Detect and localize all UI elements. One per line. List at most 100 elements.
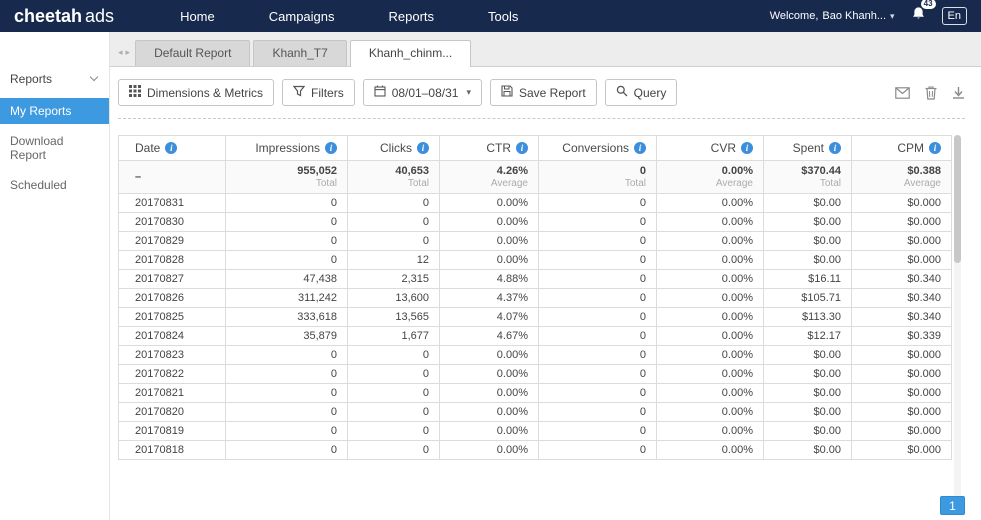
language-switcher[interactable]: En bbox=[941, 7, 967, 25]
value-cell: 0 bbox=[538, 402, 657, 422]
notifications-button[interactable]: 43 bbox=[911, 0, 936, 26]
totals-cell: 4.26% Average bbox=[439, 160, 539, 194]
info-icon[interactable]: i bbox=[929, 142, 941, 154]
page-1-button[interactable]: 1 bbox=[940, 496, 965, 515]
value-cell: 47,438 bbox=[225, 269, 348, 289]
value-cell: 0 bbox=[347, 440, 440, 460]
envelope-icon[interactable] bbox=[895, 86, 910, 99]
value-cell: $0.00 bbox=[763, 364, 852, 384]
value-cell: 0 bbox=[538, 364, 657, 384]
column-label: CTR bbox=[486, 141, 511, 155]
value-cell: 0 bbox=[225, 212, 348, 232]
sidebar-section-reports[interactable]: Reports bbox=[0, 66, 109, 98]
trash-icon[interactable] bbox=[925, 85, 937, 100]
tab-khanh-t7[interactable]: Khanh_T7 bbox=[253, 40, 347, 66]
navbar-right: Welcome, Bao Khanh... ▾ 43 En bbox=[770, 0, 967, 26]
info-icon[interactable]: i bbox=[741, 142, 753, 154]
table-row: 20170819 0 0 0.00% 0 0.00% $0.00 $0.000 bbox=[118, 421, 952, 441]
value-cell: 0.00% bbox=[439, 364, 539, 384]
table-row: 20170829 0 0 0.00% 0 0.00% $0.00 $0.000 bbox=[118, 231, 952, 251]
filters-button[interactable]: Filters bbox=[282, 79, 355, 106]
value-cell: $0.000 bbox=[851, 364, 952, 384]
value-cell: 0.00% bbox=[656, 250, 764, 270]
value-cell: 0 bbox=[347, 345, 440, 365]
tab-scroll-arrows: ◂ ▸ bbox=[118, 47, 130, 58]
column-header-cvr: CVR i bbox=[656, 135, 764, 161]
info-icon[interactable]: i bbox=[829, 142, 841, 154]
brand-light: ads bbox=[85, 5, 115, 26]
value-cell: 0 bbox=[347, 383, 440, 403]
nav-item-home[interactable]: Home bbox=[180, 9, 215, 24]
date-range-button[interactable]: 08/01–08/31 ▾ bbox=[362, 79, 482, 106]
value-cell: 0 bbox=[538, 383, 657, 403]
table-row: 20170822 0 0 0.00% 0 0.00% $0.00 $0.000 bbox=[118, 364, 952, 384]
value-cell: 0.00% bbox=[656, 383, 764, 403]
save-report-button[interactable]: Save Report bbox=[489, 79, 597, 106]
value-cell: $0.00 bbox=[763, 402, 852, 422]
sidebar-item-download-report[interactable]: Download Report bbox=[0, 128, 109, 168]
toolbar-divider bbox=[118, 118, 965, 119]
table-header-row: Date i Impressions i Clicks i CTR i Conversions i… bbox=[118, 135, 952, 161]
download-icon[interactable] bbox=[952, 86, 965, 99]
date-cell: 20170829 bbox=[118, 231, 226, 251]
table-row: 20170826 311,242 13,600 4.37% 0 0.00% $105.71 $… bbox=[118, 288, 952, 308]
value-cell: 0 bbox=[225, 402, 348, 422]
sidebar-item-scheduled[interactable]: Scheduled bbox=[0, 172, 109, 198]
value-cell: $0.000 bbox=[851, 402, 952, 422]
brand-bold: cheetah bbox=[14, 5, 83, 26]
info-icon[interactable]: i bbox=[516, 142, 528, 154]
value-cell: 0 bbox=[225, 383, 348, 403]
funnel-icon bbox=[292, 85, 306, 100]
filters-label: Filters bbox=[311, 85, 344, 100]
report-table-wrap: Date i Impressions i Clicks i CTR i Conversions i… bbox=[118, 135, 981, 500]
table-scrollbar[interactable] bbox=[954, 135, 961, 500]
nav-item-tools[interactable]: Tools bbox=[488, 9, 518, 24]
table-row: 20170818 0 0 0.00% 0 0.00% $0.00 $0.000 bbox=[118, 440, 952, 460]
value-cell: 0 bbox=[538, 307, 657, 327]
chevron-down-icon: ▾ bbox=[466, 87, 471, 97]
value-cell: 12 bbox=[347, 250, 440, 270]
value-cell: 0.00% bbox=[439, 250, 539, 270]
column-header-clicks: Clicks i bbox=[347, 135, 440, 161]
main-content: ◂ ▸ Default Report Khanh_T7 Khanh_chinm...… bbox=[110, 32, 981, 520]
tab-scroll-left-icon[interactable]: ◂ bbox=[118, 47, 123, 58]
table-row: 20170827 47,438 2,315 4.88% 0 0.00% $16.11 $0.3… bbox=[118, 269, 952, 289]
totals-cell: $0.388 Average bbox=[851, 160, 952, 194]
value-cell: 0.00% bbox=[656, 269, 764, 289]
query-button[interactable]: Query bbox=[604, 79, 678, 106]
sidebar-item-my-reports[interactable]: My Reports bbox=[0, 98, 109, 124]
nav-item-campaigns[interactable]: Campaigns bbox=[269, 9, 335, 24]
table-row: 20170828 0 12 0.00% 0 0.00% $0.00 $0.000 bbox=[118, 250, 952, 270]
tab-scroll-right-icon[interactable]: ▸ bbox=[126, 47, 131, 58]
date-cell: 20170830 bbox=[118, 212, 226, 232]
value-cell: 0 bbox=[225, 421, 348, 441]
value-cell: 0 bbox=[225, 440, 348, 460]
value-cell: 4.88% bbox=[439, 269, 539, 289]
pagination: 1 bbox=[940, 496, 965, 515]
brand-logo[interactable]: cheetah ads bbox=[14, 6, 114, 27]
value-cell: $0.000 bbox=[851, 250, 952, 270]
date-cell: 20170824 bbox=[118, 326, 226, 346]
totals-cell: 0 Total bbox=[538, 160, 657, 194]
info-icon[interactable]: i bbox=[634, 142, 646, 154]
info-icon[interactable]: i bbox=[325, 142, 337, 154]
user-menu[interactable]: Welcome, Bao Khanh... ▾ bbox=[770, 10, 895, 22]
tab-khanh-chinm[interactable]: Khanh_chinm... bbox=[349, 40, 472, 67]
sidebar: Reports My Reports Download Report Schedul… bbox=[0, 32, 110, 520]
value-cell: $12.17 bbox=[763, 326, 852, 346]
column-label: Conversions bbox=[562, 141, 629, 155]
info-icon[interactable]: i bbox=[417, 142, 429, 154]
dimensions-metrics-button[interactable]: Dimensions & Metrics bbox=[118, 79, 275, 106]
scrollbar-thumb[interactable] bbox=[954, 135, 961, 263]
info-icon[interactable]: i bbox=[165, 142, 178, 154]
value-cell: 13,565 bbox=[347, 307, 440, 327]
value-cell: 0 bbox=[538, 269, 657, 289]
query-label: Query bbox=[633, 85, 667, 100]
date-cell: 20170821 bbox=[118, 383, 226, 403]
totals-date-cell: – bbox=[118, 160, 226, 194]
value-cell: 0.00% bbox=[439, 193, 539, 213]
bell-icon bbox=[911, 6, 926, 26]
tab-default-report[interactable]: Default Report bbox=[135, 40, 251, 66]
value-cell: $0.00 bbox=[763, 345, 852, 365]
nav-item-reports[interactable]: Reports bbox=[389, 9, 435, 24]
